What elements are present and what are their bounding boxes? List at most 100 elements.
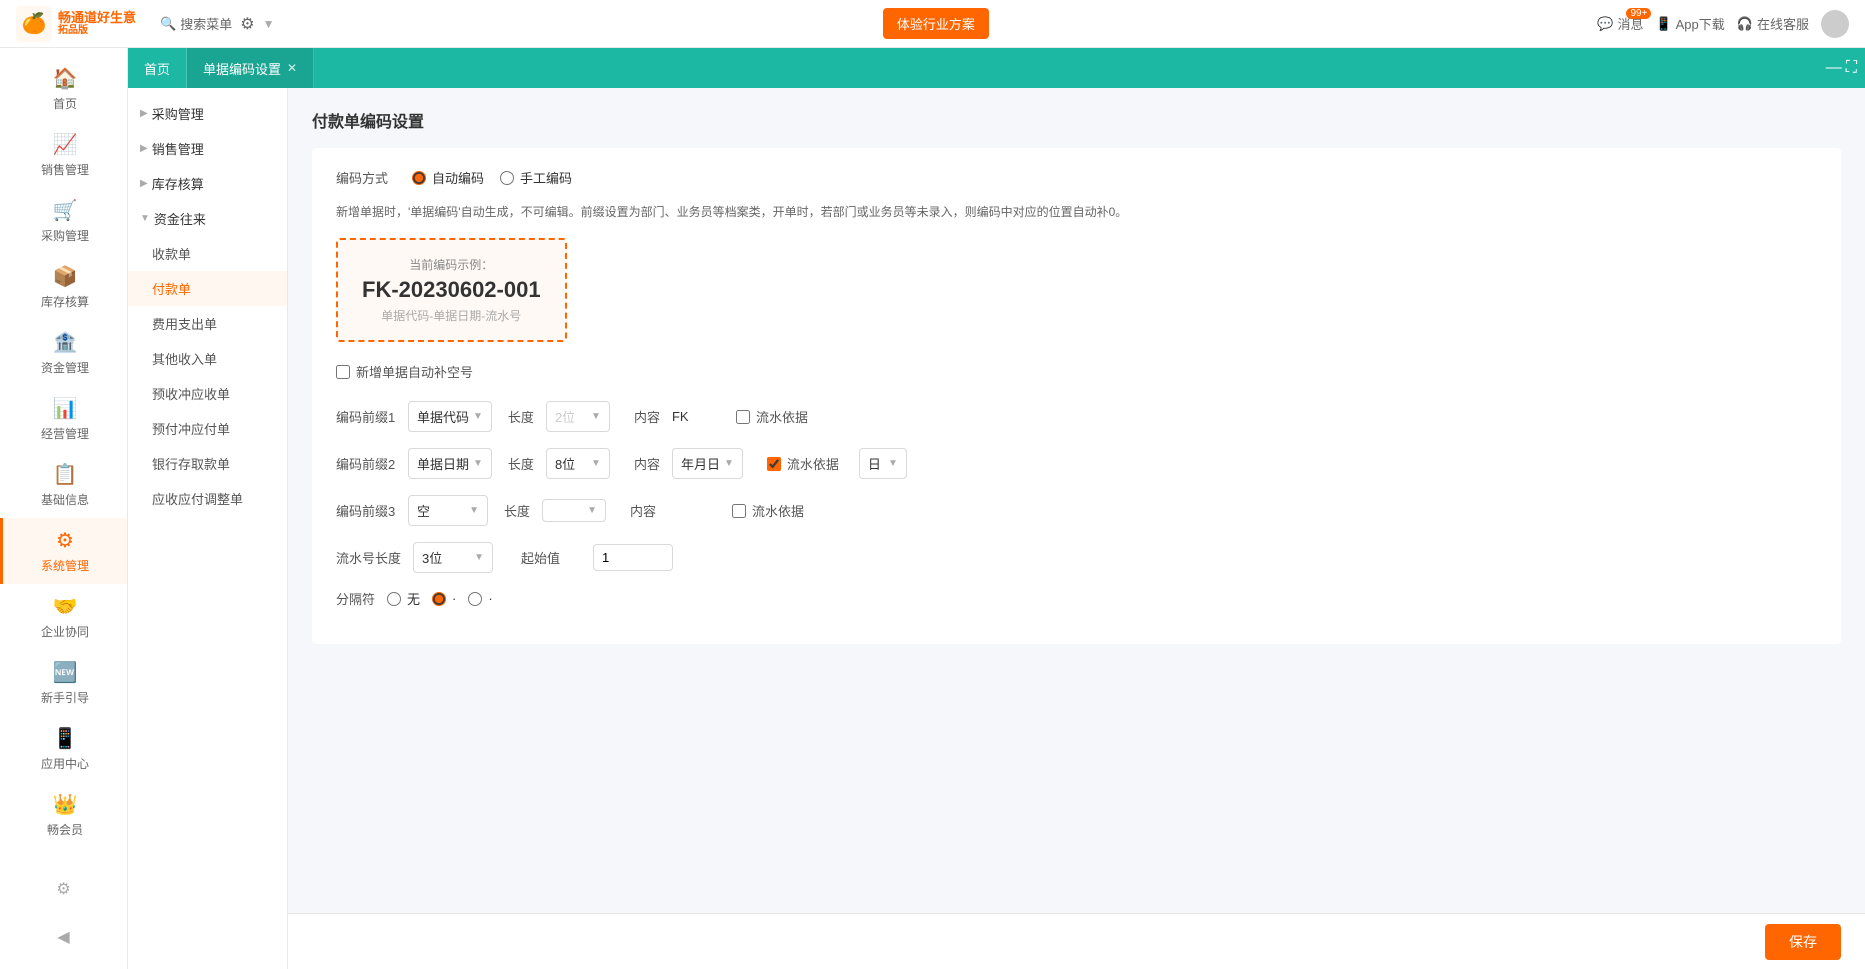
apps-icon: 📱 [53,726,78,751]
user-avatar[interactable] [1821,10,1849,38]
separator-label: 分隔符 [336,589,375,608]
inventory-icon: 📦 [53,264,78,289]
auto-fill-label: 新增单据自动补空号 [356,362,473,381]
stream2-group: 流水依据 [767,454,839,473]
sidebar-item-basic[interactable]: 📋 基础信息 [0,452,127,518]
sidebar-item-member[interactable]: 👑 畅会员 [0,782,127,848]
sep-other-radio[interactable] [468,592,482,606]
stream1-checkbox[interactable] [736,410,750,424]
menu-item-bank-deposit[interactable]: 银行存取款单 [128,446,287,481]
sidebar-item-home[interactable]: 🏠 首页 [0,56,127,122]
sep-other-option[interactable]: · [468,591,492,606]
stream2-checkbox[interactable] [767,457,781,471]
menu-group-inventory[interactable]: ▶ 库存核算 [128,166,287,201]
sidebar-bottom: ⚙ ◀ [44,869,84,969]
home-icon: 🏠 [53,66,78,91]
menu-item-prepay-receive[interactable]: 预收冲应收单 [128,376,287,411]
menu-item-expense[interactable]: 费用支出单 [128,306,287,341]
content2-select[interactable]: 年月日 ▼ [672,448,743,479]
sidebar-settings-btn[interactable]: ⚙ [44,869,84,909]
sidebar-item-inventory-label: 库存核算 [41,293,89,310]
sidebar-item-inventory[interactable]: 📦 库存核算 [0,254,127,320]
sidebar-item-operation[interactable]: 📊 经营管理 [0,386,127,452]
purchase-icon: 🛒 [53,198,78,223]
length2-chevron: ▼ [591,458,601,469]
sidebar-collapse-btn[interactable]: ◀ [44,917,84,957]
page-body: 付款单编码设置 编码方式 自动编码 手工编码 [288,88,1865,969]
save-button[interactable]: 保存 [1765,924,1841,960]
auto-encode-option[interactable]: 自动编码 [412,168,484,187]
headset-icon: 🎧 [1737,16,1753,32]
app-download-item[interactable]: 📱 App下载 [1655,14,1724,33]
menu-group-purchase[interactable]: ▶ 采购管理 [128,96,287,131]
sep-none-option[interactable]: 无 [387,589,420,608]
manual-encode-radio[interactable] [500,171,514,185]
start-value-input[interactable] [593,544,673,571]
content1-label: 内容 [634,407,660,426]
prefix1-select[interactable]: 单据代码 ▼ [408,401,492,432]
sep-none-radio[interactable] [387,592,401,606]
stream3-checkbox[interactable] [732,504,746,518]
sidebar-item-purchase-label: 采购管理 [41,227,89,244]
menu-group-sales[interactable]: ▶ 销售管理 [128,131,287,166]
search-bar[interactable]: 🔍 搜索菜单 [160,14,232,33]
sep-dot-radio[interactable] [432,592,446,606]
tab-encoding-close[interactable]: ✕ [287,61,297,75]
auto-encode-radio[interactable] [412,171,426,185]
tabbar-minimize-icon[interactable]: — [1826,59,1842,77]
sales-icon: 📈 [53,132,78,157]
sidebar-item-guide[interactable]: 🆕 新手引导 [0,650,127,716]
cooperation-icon: 🤝 [53,594,78,619]
length1-select[interactable]: 2位 ▼ [546,401,610,432]
menu-item-other-income[interactable]: 其他收入单 [128,341,287,376]
message-icon-item[interactable]: 💬 消息 99+ [1597,14,1643,33]
menu-item-receive[interactable]: 收款单 [128,236,287,271]
sidebar-item-system-label: 系统管理 [41,557,89,574]
tab-home[interactable]: 首页 [128,48,187,88]
online-service-item[interactable]: 🎧 在线客服 [1737,14,1809,33]
notice-text: 新增单据时，'单据编码'自动生成，不可编辑。前缀设置为部门、业务员等档案类，开单… [336,203,1817,222]
sidebar-item-apps[interactable]: 📱 应用中心 [0,716,127,782]
menu-item-prepay-payment[interactable]: 预付冲应付单 [128,411,287,446]
tabbar-fullscreen-icon[interactable]: ⛶ [1846,59,1857,77]
stream2-period-select[interactable]: 日 ▼ [859,448,907,479]
industry-button[interactable]: 体验行业方案 [883,8,989,39]
encoding-mode-label: 编码方式 [336,168,388,187]
online-service-label: 在线客服 [1757,14,1809,33]
sidebar-item-purchase[interactable]: 🛒 采购管理 [0,188,127,254]
sidebar-item-cooperation[interactable]: 🤝 企业协同 [0,584,127,650]
manual-encode-option[interactable]: 手工编码 [500,168,572,187]
stream1-group: 流水依据 [736,407,808,426]
menu-item-receivable-adj[interactable]: 应收应付调整单 [128,481,287,516]
separator-row: 分隔符 无 · · [336,589,1817,608]
stream3-group: 流水依据 [732,501,804,520]
serial-length-value: 3位 [422,548,442,567]
logo-text: 畅通道好生意 拓品版 [58,10,136,38]
expand-icon[interactable]: ▼ [263,17,275,31]
topbar: 🍊 畅通道好生意 拓品版 🔍 搜索菜单 ⚙ ▼ 体验行业方案 💬 消息 99+ … [0,0,1865,48]
topbar-settings-icon[interactable]: ⚙ [240,14,254,34]
operation-icon: 📊 [53,396,78,421]
prefix2-select[interactable]: 单据日期 ▼ [408,448,492,479]
sidebar-item-fund-label: 资金管理 [41,359,89,376]
left-menu: ▶ 采购管理 ▶ 销售管理 ▶ 库存核算 ▼ 资金往来 收款单 付款单 费用支出… [128,88,288,969]
sep-other-label: · [488,591,492,606]
sep-dot-option[interactable]: · [432,591,456,606]
sidebar-item-system[interactable]: ⚙ 系统管理 [0,518,127,584]
menu-item-payment[interactable]: 付款单 [128,271,287,306]
content2-value: 年月日 [681,454,720,473]
menu-group-capital[interactable]: ▼ 资金往来 [128,201,287,236]
tab-encoding[interactable]: 单据编码设置 ✕ [187,48,314,88]
prefix3-value: 空 [417,501,430,520]
settings-card: 编码方式 自动编码 手工编码 [312,148,1841,644]
content2-chevron: ▼ [724,458,734,469]
length3-select[interactable]: ▼ [542,499,606,522]
logo-icon: 🍊 [16,6,52,42]
auto-fill-checkbox[interactable] [336,365,350,379]
sidebar-item-sales[interactable]: 📈 销售管理 [0,122,127,188]
length2-select[interactable]: 8位 ▼ [546,448,610,479]
prefix1-value: 单据代码 [417,407,469,426]
prefix3-select[interactable]: 空 ▼ [408,495,488,526]
serial-length-select[interactable]: 3位 ▼ [413,542,493,573]
sidebar-item-fund[interactable]: 🏦 资金管理 [0,320,127,386]
